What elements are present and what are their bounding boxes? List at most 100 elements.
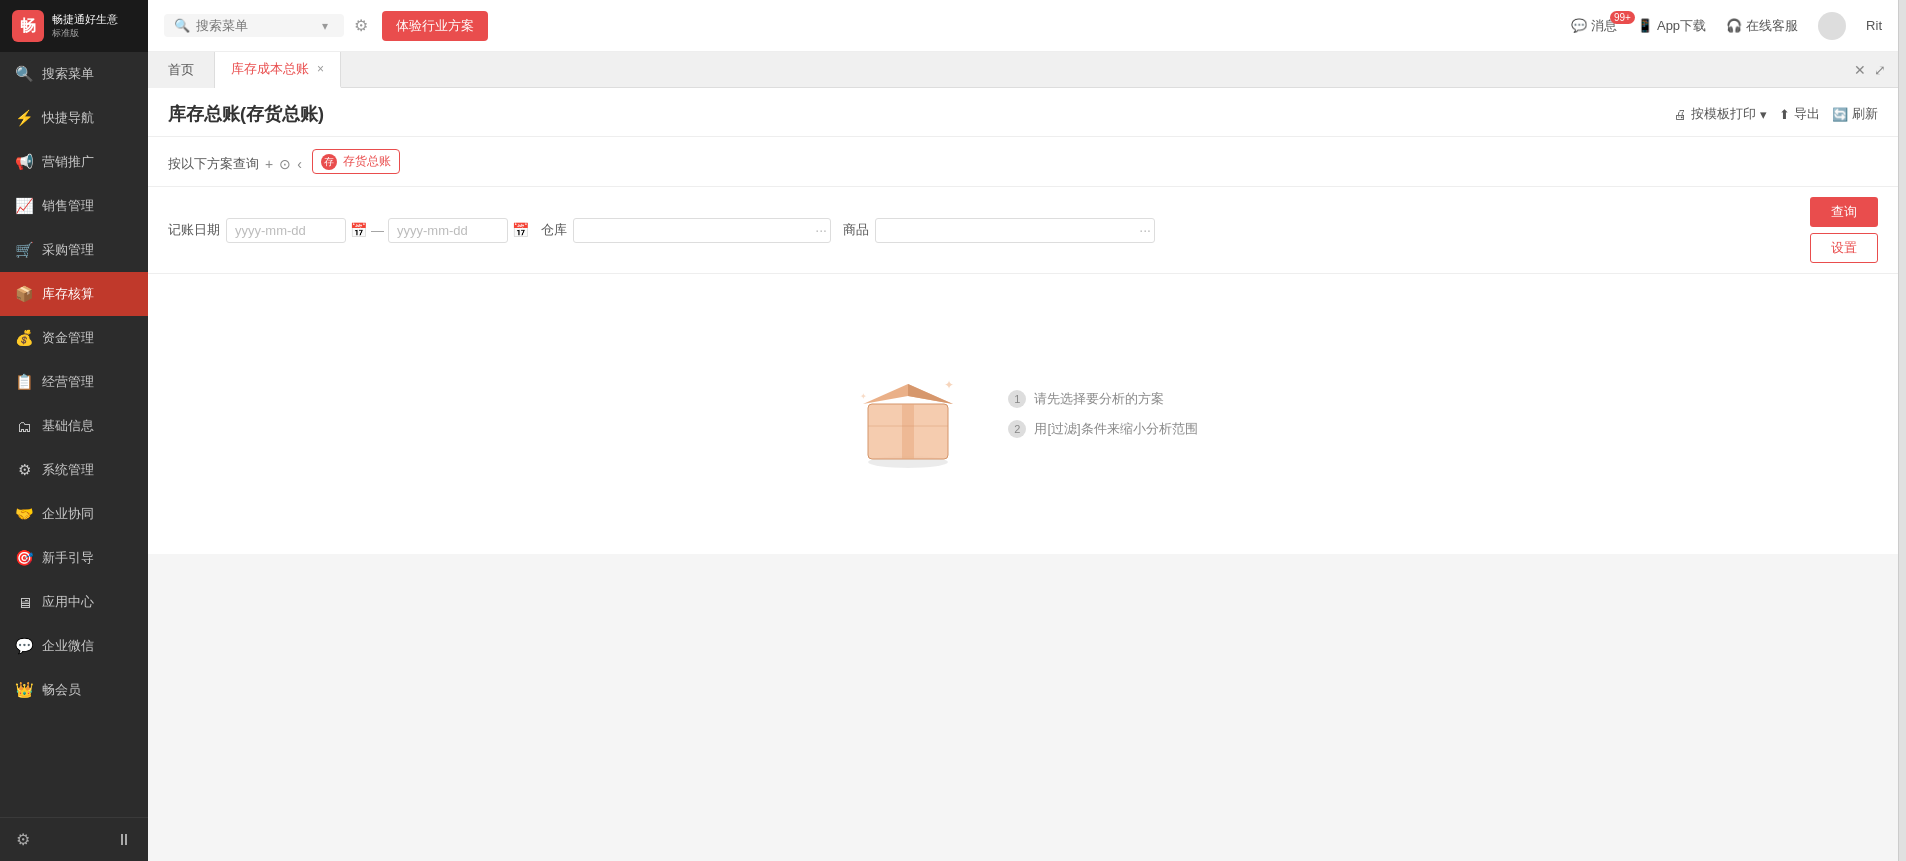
export-btn[interactable]: ⬆ 导出 — [1779, 105, 1820, 123]
query-bar: 记账日期 📅 — 📅 仓库 ··· 商品 — [148, 187, 1898, 274]
sidebar-item-system[interactable]: ⚙ 系统管理 — [0, 448, 148, 492]
sidebar-item-basic-info[interactable]: 🗂 基础信息 — [0, 404, 148, 448]
online-service-btn[interactable]: 🎧 在线客服 — [1726, 17, 1798, 35]
search-icon: 🔍 — [174, 18, 190, 33]
sidebar-nav: 🔍 搜索菜单 ⚡ 快捷导航 📢 营销推广 📈 销售管理 🛒 采购管理 📦 库存核… — [0, 52, 148, 817]
calendar-end-icon[interactable]: 📅 — [512, 222, 529, 238]
product-input[interactable] — [875, 218, 1155, 243]
tabs-right-actions: ✕ ⤢ — [1854, 62, 1898, 78]
svg-text:✦: ✦ — [944, 378, 954, 392]
tab-home[interactable]: 首页 — [148, 52, 215, 88]
add-scheme-icon[interactable]: + — [265, 156, 273, 172]
date-start-input[interactable] — [226, 218, 346, 243]
right-panel — [1898, 0, 1906, 861]
phone-icon: 📱 — [1637, 18, 1653, 33]
query-actions: 查询 设置 — [1810, 197, 1878, 263]
topbar-search-box[interactable]: 🔍 ▾ — [164, 14, 344, 37]
page-header: 库存总账(存货总账) 🖨 按模板打印 ▾ ⬆ 导出 🔄 刷新 — [148, 88, 1898, 137]
sidebar-item-label: 搜索菜单 — [42, 65, 94, 83]
sidebar-item-label: 资金管理 — [42, 329, 94, 347]
message-icon: 💬 — [1571, 18, 1587, 33]
quick-nav-icon: ⚡ — [14, 108, 34, 128]
user-name: Rit — [1866, 18, 1882, 33]
sidebar-item-label: 库存核算 — [42, 285, 94, 303]
date-end-input[interactable] — [388, 218, 508, 243]
resize-icon[interactable]: ⤢ — [1874, 62, 1886, 78]
calendar-start-icon[interactable]: 📅 — [350, 222, 367, 238]
query-button[interactable]: 查询 — [1810, 197, 1878, 227]
collapse-scheme-icon[interactable]: ‹ — [297, 156, 302, 172]
app-center-icon: 🖥 — [14, 592, 34, 612]
app-download-btn[interactable]: 📱 App下载 — [1637, 17, 1706, 35]
tip-num-2: 2 — [1008, 420, 1026, 438]
filter-label: 按以下方案查询 + ⊙ ‹ — [168, 149, 302, 173]
manage-scheme-icon[interactable]: ⊙ — [279, 156, 291, 172]
sidebar-item-newbie[interactable]: 🎯 新手引导 — [0, 536, 148, 580]
sidebar-item-operations[interactable]: 📋 经营管理 — [0, 360, 148, 404]
warehouse-input[interactable] — [573, 218, 831, 243]
scheme-row: 存 存货总账 — [312, 149, 400, 174]
finance-icon: 💰 — [14, 328, 34, 348]
headset-icon: 🎧 — [1726, 18, 1742, 33]
sidebar-item-membership[interactable]: 👑 畅会员 — [0, 668, 148, 712]
sidebar-item-label: 营销推广 — [42, 153, 94, 171]
topbar-right: 💬 消息 99+ 📱 App下载 🎧 在线客服 Rit — [1571, 12, 1882, 40]
sidebar-item-label: 基础信息 — [42, 417, 94, 435]
svg-rect-5 — [902, 404, 914, 459]
warehouse-input-wrap: ··· — [573, 218, 831, 243]
tip-row-2: 2 用[过滤]条件来缩小分析范围 — [1008, 420, 1197, 438]
print-dropdown-icon[interactable]: ▾ — [1760, 107, 1767, 122]
scheme-type-icon: 存 — [321, 154, 337, 170]
gear-icon[interactable]: ⚙ — [354, 16, 368, 35]
refresh-label: 刷新 — [1852, 105, 1878, 123]
settings-icon[interactable]: ⚙ — [16, 830, 30, 849]
industry-btn[interactable]: 体验行业方案 — [382, 11, 488, 41]
empty-illustration: ✦ ✦ — [848, 354, 968, 474]
date-field: 记账日期 📅 — 📅 — [168, 218, 529, 243]
search-icon: 🔍 — [14, 64, 34, 84]
date-label: 记账日期 — [168, 221, 220, 239]
sidebar-item-marketing[interactable]: 📢 营销推广 — [0, 140, 148, 184]
warehouse-more-btn[interactable]: ··· — [815, 222, 827, 238]
sidebar-item-app-center[interactable]: 🖥 应用中心 — [0, 580, 148, 624]
collapse-icon[interactable]: ⏸ — [116, 831, 132, 849]
main-area: 🔍 ▾ ⚙ 体验行业方案 💬 消息 99+ 📱 App下载 🎧 在线客服 Rit — [148, 0, 1898, 861]
enterprise-wechat-icon: 💬 — [14, 636, 34, 656]
refresh-btn[interactable]: 🔄 刷新 — [1832, 105, 1878, 123]
sidebar-item-search[interactable]: 🔍 搜索菜单 — [0, 52, 148, 96]
close-window-icon[interactable]: ✕ — [1854, 62, 1866, 78]
search-input[interactable] — [196, 18, 316, 33]
product-more-btn[interactable]: ··· — [1139, 222, 1151, 238]
settings-button[interactable]: 设置 — [1810, 233, 1878, 263]
filter-area: 按以下方案查询 + ⊙ ‹ 存 存货总账 — [148, 137, 1898, 187]
refresh-icon: 🔄 — [1832, 107, 1848, 122]
page-title: 库存总账(存货总账) — [168, 102, 324, 126]
empty-tips: 1 请先选择要分析的方案 2 用[过滤]条件来缩小分析范围 — [1008, 390, 1197, 438]
sidebar-item-quick-nav[interactable]: ⚡ 快捷导航 — [0, 96, 148, 140]
sidebar-item-cooperation[interactable]: 🤝 企业协同 — [0, 492, 148, 536]
sidebar-item-enterprise-wechat[interactable]: 💬 企业微信 — [0, 624, 148, 668]
basic-info-icon: 🗂 — [14, 416, 34, 436]
sidebar-item-inventory[interactable]: 📦 库存核算 — [0, 272, 148, 316]
system-icon: ⚙ — [14, 460, 34, 480]
sidebar-item-finance[interactable]: 💰 资金管理 — [0, 316, 148, 360]
chevron-down-icon[interactable]: ▾ — [322, 19, 328, 33]
scheme-item-inventory[interactable]: 存 存货总账 — [312, 149, 400, 174]
sidebar-item-label: 系统管理 — [42, 461, 94, 479]
message-badge: 99+ — [1610, 11, 1635, 24]
online-service-label: 在线客服 — [1746, 17, 1798, 35]
sidebar-item-sales[interactable]: 📈 销售管理 — [0, 184, 148, 228]
membership-icon: 👑 — [14, 680, 34, 700]
sales-icon: 📈 — [14, 196, 34, 216]
print-btn[interactable]: 🖨 按模板打印 ▾ — [1674, 105, 1767, 123]
tab-inventory-ledger-label: 库存成本总账 — [231, 60, 309, 78]
avatar[interactable] — [1818, 12, 1846, 40]
message-btn[interactable]: 💬 消息 99+ — [1571, 17, 1617, 35]
sidebar-item-purchase[interactable]: 🛒 采购管理 — [0, 228, 148, 272]
logo-icon: 畅 — [12, 10, 44, 42]
scheme-item-label: 存货总账 — [343, 153, 391, 170]
page-header-actions: 🖨 按模板打印 ▾ ⬆ 导出 🔄 刷新 — [1674, 105, 1878, 123]
sidebar: 畅 畅捷通好生意 标准版 🔍 搜索菜单 ⚡ 快捷导航 📢 营销推广 📈 销售管理… — [0, 0, 148, 861]
tab-close-icon[interactable]: × — [317, 62, 324, 76]
tab-inventory-ledger[interactable]: 库存成本总账 × — [215, 52, 341, 88]
